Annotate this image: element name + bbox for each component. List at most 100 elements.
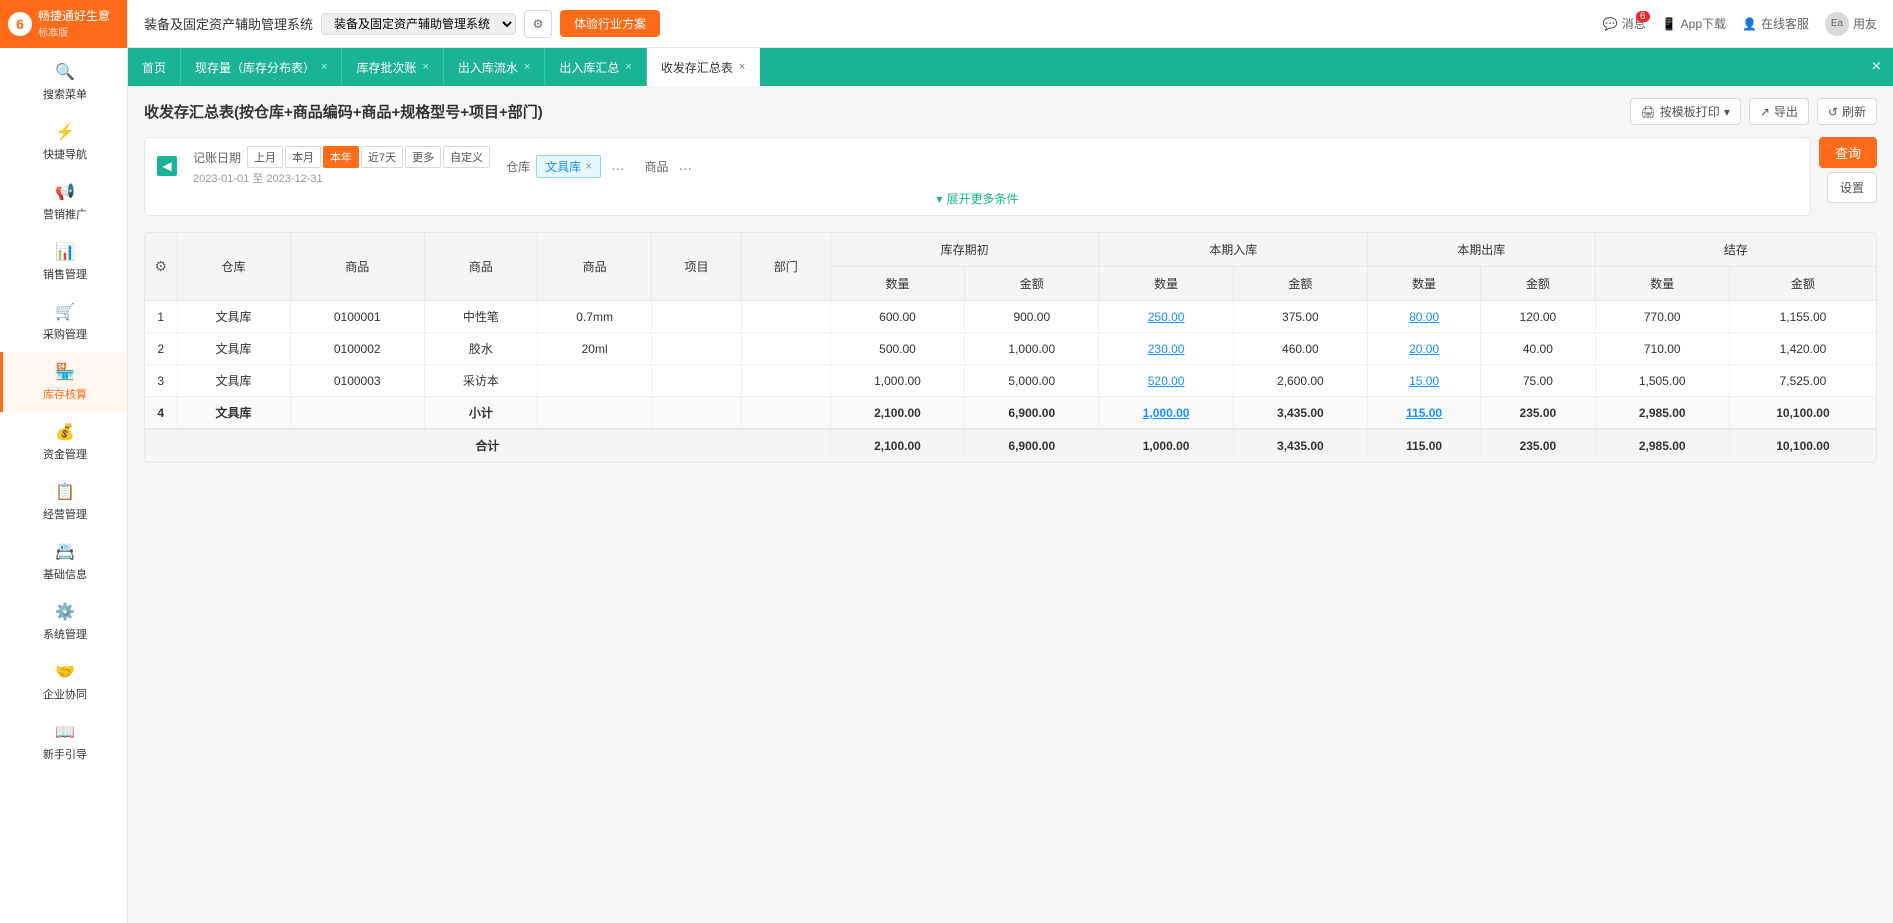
print-button[interactable]: 🖨 按模板打印 ▾ — [1630, 98, 1741, 125]
settings-button[interactable]: 设置 — [1827, 172, 1877, 203]
th-in-amt: 金额 — [1233, 267, 1367, 301]
goods-filter-label: 商品 — [645, 158, 669, 175]
cell-in-qty-link[interactable]: 520.00 — [1148, 374, 1185, 388]
avatar: Ea — [1825, 12, 1849, 36]
cell-out-qty-link[interactable]: 20.00 — [1409, 342, 1439, 356]
trial-button[interactable]: 体验行业方案 — [560, 10, 660, 37]
tab-batch[interactable]: 库存批次账 × — [342, 48, 443, 86]
th-closing-qty: 数量 — [1595, 267, 1729, 301]
tab-batch-close[interactable]: × — [422, 61, 428, 73]
data-table-wrap: ⚙ 仓库 商品 商品 商品 项目 部门 库存期初 本期入库 本期出库 结存 — [144, 232, 1877, 463]
sales-icon: 📊 — [55, 242, 75, 262]
cell-in-qty[interactable]: 230.00 — [1099, 333, 1233, 365]
cell-in-qty-link[interactable]: 1,000.00 — [1143, 406, 1190, 420]
tab-stock-dist-close[interactable]: × — [321, 61, 327, 73]
refresh-button[interactable]: ↺ 刷新 — [1817, 98, 1877, 125]
cell-in-qty-link[interactable]: 250.00 — [1148, 310, 1185, 324]
cell-out-qty[interactable]: 115.00 — [1368, 397, 1481, 430]
cell-in-amt: 3,435.00 — [1233, 397, 1367, 430]
tab-inout-flow[interactable]: 出入库流水 × — [444, 48, 545, 86]
tab-stock-dist[interactable]: 现存量（库存分布表） × — [181, 48, 342, 86]
sidebar-item-sales[interactable]: 📊 销售管理 — [0, 232, 127, 292]
export-button[interactable]: ↗ 导出 — [1749, 98, 1809, 125]
warehouse-tag-close[interactable]: × — [585, 159, 592, 173]
sidebar-item-business[interactable]: 📋 经营管理 — [0, 472, 127, 532]
gear-button[interactable]: ⚙ — [524, 10, 552, 38]
cell-in-qty-link[interactable]: 230.00 — [1148, 342, 1185, 356]
sidebar-item-basic[interactable]: 📇 基础信息 — [0, 532, 127, 592]
cell-out-qty[interactable]: 80.00 — [1368, 301, 1481, 333]
goods-more-btn[interactable]: ... — [675, 157, 696, 175]
sidebar-item-system[interactable]: ⚙️ 系统管理 — [0, 592, 127, 652]
tab-inout-flow-close[interactable]: × — [524, 61, 530, 73]
current-month-btn[interactable]: 本月 — [285, 146, 321, 168]
quick-icon: ⚡ — [55, 122, 75, 142]
sidebar-item-quick[interactable]: ⚡ 快捷导航 — [0, 112, 127, 172]
th-warehouse: 仓库 — [177, 233, 290, 301]
cell-closing-qty: 1,505.00 — [1595, 365, 1729, 397]
app-download-button[interactable]: 📱 App下载 — [1662, 15, 1726, 32]
sidebar-item-purchase[interactable]: 🛒 采购管理 — [0, 292, 127, 352]
close-all-tabs[interactable]: × — [1860, 58, 1893, 76]
th-gear[interactable]: ⚙ — [145, 233, 177, 301]
filter-toggle[interactable]: ◀ — [157, 156, 177, 176]
cell-out-amt: 40.00 — [1481, 333, 1595, 365]
tab-inout-summary[interactable]: 出入库汇总 × — [545, 48, 646, 86]
th-name: 商品 — [424, 233, 537, 301]
system-icon: ⚙️ — [55, 602, 75, 622]
logo-name: 畅捷通好生意 — [38, 9, 110, 25]
cell-in-qty[interactable]: 1,000.00 — [1099, 397, 1233, 430]
chevron-down-icon: ▾ — [1724, 105, 1730, 119]
basic-icon: 📇 — [55, 542, 75, 562]
cell-spec: 0.7mm — [537, 301, 651, 333]
message-button[interactable]: 💬 消息 6 — [1603, 15, 1646, 32]
footer-label: 合计 — [145, 429, 830, 462]
cell-no: 2 — [145, 333, 177, 365]
service-button[interactable]: 👤 在线客服 — [1742, 15, 1809, 32]
cell-in-qty[interactable]: 250.00 — [1099, 301, 1233, 333]
corp-icon: 🤝 — [55, 662, 75, 682]
filter-expand-row: ▾ 展开更多条件 — [157, 186, 1798, 207]
footer-opening-qty: 2,100.00 — [830, 429, 964, 462]
sidebar-item-label: 基础信息 — [43, 566, 87, 582]
expand-filter-btn[interactable]: ▾ 展开更多条件 — [936, 190, 1018, 207]
tab-inout-summary-close[interactable]: × — [625, 61, 631, 73]
sidebar-item-guide[interactable]: 📖 新手引导 — [0, 712, 127, 772]
sidebar-item-search[interactable]: 🔍 搜索菜单 — [0, 52, 127, 112]
refresh-label: 刷新 — [1842, 103, 1866, 120]
warehouse-more-btn[interactable]: ... — [607, 157, 628, 175]
current-year-btn[interactable]: 本年 — [323, 146, 359, 168]
tab-recv-send[interactable]: 收发存汇总表 × — [647, 48, 760, 86]
app-select[interactable]: 装备及固定资产辅助管理系统 — [321, 13, 516, 35]
query-button[interactable]: 查询 — [1819, 137, 1877, 168]
guide-icon: 📖 — [55, 722, 75, 742]
sidebar-item-marketing[interactable]: 📢 营销推广 — [0, 172, 127, 232]
th-code: 商品 — [290, 233, 424, 301]
last-month-btn[interactable]: 上月 — [247, 146, 283, 168]
cell-in-qty[interactable]: 520.00 — [1099, 365, 1233, 397]
sidebar-item-label: 销售管理 — [43, 266, 87, 282]
tab-home[interactable]: 首页 — [128, 48, 181, 86]
cell-out-qty-link[interactable]: 80.00 — [1409, 310, 1439, 324]
cell-out-qty-link[interactable]: 115.00 — [1406, 406, 1442, 420]
page-title-bar: 收发存汇总表(按仓库+商品编码+商品+规格型号+项目+部门) 🖨 按模板打印 ▾… — [144, 98, 1877, 125]
column-settings-icon[interactable]: ⚙ — [154, 258, 167, 274]
footer-in-qty: 1,000.00 — [1099, 429, 1233, 462]
sidebar-item-finance[interactable]: 💰 资金管理 — [0, 412, 127, 472]
user-menu[interactable]: Ea 用友 — [1825, 12, 1877, 36]
sidebar-item-label: 资金管理 — [43, 446, 87, 462]
cell-out-qty[interactable]: 20.00 — [1368, 333, 1481, 365]
more-date-btn[interactable]: 更多 — [405, 146, 441, 168]
cell-closing-amt: 10,100.00 — [1729, 397, 1876, 430]
th-out-qty: 数量 — [1368, 267, 1481, 301]
custom-date-btn[interactable]: 自定义 — [443, 146, 490, 168]
cell-out-qty-link[interactable]: 15.00 — [1409, 374, 1439, 388]
footer-out-qty: 115.00 — [1368, 429, 1481, 462]
sidebar-item-corp[interactable]: 🤝 企业协同 — [0, 652, 127, 712]
cell-out-qty[interactable]: 15.00 — [1368, 365, 1481, 397]
business-icon: 📋 — [55, 482, 75, 502]
sidebar-item-inventory[interactable]: 🏪 库存核算 — [0, 352, 127, 412]
cell-warehouse: 文具库 — [177, 365, 290, 397]
7days-btn[interactable]: 近7天 — [361, 146, 403, 168]
tab-recv-send-close[interactable]: × — [739, 61, 745, 73]
